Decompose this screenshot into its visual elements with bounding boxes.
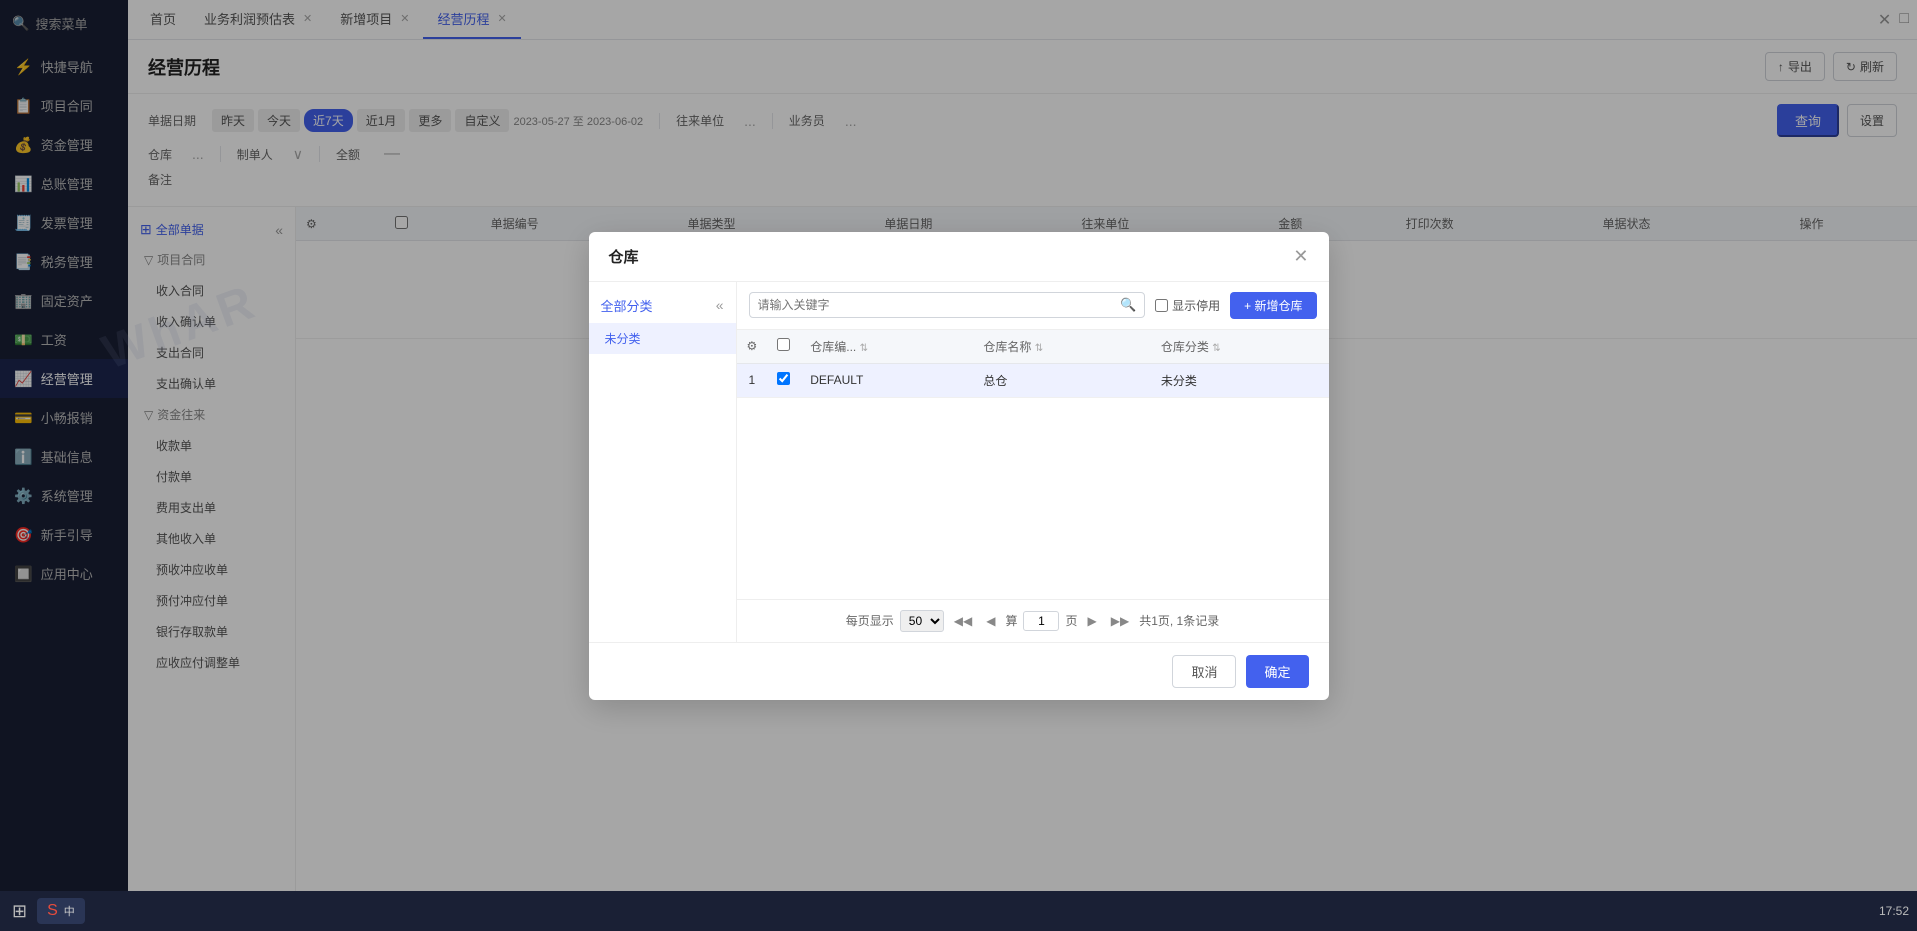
taskbar-app-1[interactable]: S 中 — [37, 898, 85, 924]
modal-next-page-btn[interactable]: ▶ — [1084, 612, 1101, 630]
modal-th-gear: ⚙ — [737, 330, 768, 364]
modal-table-body: 1 DEFAULT 总仓 未分类 — [737, 363, 1329, 397]
modal-title: 仓库 — [609, 246, 639, 267]
modal-table-row[interactable]: 1 DEFAULT 总仓 未分类 — [737, 363, 1329, 397]
modal-row-code: DEFAULT — [800, 363, 973, 397]
modal-show-disabled-label: 显示停用 — [1172, 297, 1220, 314]
modal-th-code-sort: ⇅ — [860, 343, 868, 354]
modal-search-input[interactable] — [758, 298, 1114, 312]
modal-th-name: 仓库名称 ⇅ — [973, 330, 1151, 364]
modal-collapse-btn[interactable]: « — [716, 297, 724, 313]
taskbar-app-1-label: 中 — [64, 903, 75, 919]
modal-all-category-label[interactable]: 全部分类 — [601, 296, 653, 315]
modal-confirm-btn[interactable]: 确定 — [1246, 655, 1308, 688]
taskbar-time: 17:52 — [1879, 904, 1909, 918]
modal-header: 仓库 ✕ — [589, 232, 1329, 282]
modal-row-gear: 1 — [737, 363, 768, 397]
modal-footer: 取消 确定 — [589, 642, 1329, 700]
modal-close-btn[interactable]: ✕ — [1293, 246, 1308, 267]
modal-show-disabled: 显示停用 — [1155, 297, 1220, 314]
modal-total-text: 共1页, 1条记录 — [1139, 612, 1219, 629]
modal-th-name-sort: ⇅ — [1035, 343, 1043, 354]
modal-gear-icon: ⚙ — [747, 339, 758, 353]
modal-th-category: 仓库分类 ⇅ — [1151, 330, 1329, 364]
modal-per-page-select[interactable]: 50 — [900, 610, 944, 632]
modal-add-warehouse-btn[interactable]: + 新增仓库 — [1230, 292, 1316, 319]
modal-prev-page-btn[interactable]: ◀ — [982, 612, 999, 630]
modal-show-disabled-checkbox[interactable] — [1155, 299, 1168, 312]
modal-body: 全部分类 « 未分类 🔍 显示停用 + 新增仓库 — [589, 282, 1329, 642]
modal-right: 🔍 显示停用 + 新增仓库 ⚙ 仓库编... — [737, 282, 1329, 642]
taskbar: ⊞ S 中 17:52 — [0, 891, 1917, 931]
modal-page-suffix: 页 — [1065, 612, 1077, 629]
modal-page-prefix: 算 — [1005, 612, 1017, 629]
modal-th-name-label: 仓库名称 — [983, 340, 1031, 354]
modal-th-code-label: 仓库编... — [810, 340, 856, 354]
modal-pagination: 每页显示 50 ◀◀ ◀ 算 页 ▶ ▶▶ 共1页, 1条记录 — [737, 599, 1329, 642]
taskbar-windows-icon[interactable]: ⊞ — [8, 897, 31, 926]
modal-row-check — [767, 363, 800, 397]
modal-page-input[interactable] — [1023, 611, 1059, 631]
modal-categories: 全部分类 « 未分类 — [589, 282, 737, 642]
modal-search-box: 🔍 — [749, 292, 1146, 318]
modal-first-page-btn[interactable]: ◀◀ — [950, 612, 976, 630]
modal-cat-uncategorized-label: 未分类 — [605, 332, 641, 346]
modal-select-all[interactable] — [777, 338, 790, 351]
modal-search-icon: 🔍 — [1120, 297, 1136, 313]
modal-th-check — [767, 330, 800, 364]
modal-last-page-btn[interactable]: ▶▶ — [1107, 612, 1133, 630]
modal-left-header: 全部分类 « — [589, 292, 736, 323]
modal-toolbar: 🔍 显示停用 + 新增仓库 — [737, 282, 1329, 330]
modal-row-category: 未分类 — [1151, 363, 1329, 397]
modal-table-wrap: ⚙ 仓库编... ⇅ 仓库名称 ⇅ 仓库分类 — [737, 330, 1329, 599]
modal-th-code: 仓库编... ⇅ — [800, 330, 973, 364]
modal-th-category-sort: ⇅ — [1212, 343, 1220, 354]
taskbar-app-1-icon: S — [47, 902, 58, 920]
warehouse-modal: 仓库 ✕ 全部分类 « 未分类 🔍 显示停用 — [589, 232, 1329, 700]
modal-cat-uncategorized[interactable]: 未分类 — [589, 323, 736, 354]
modal-row-name: 总仓 — [973, 363, 1151, 397]
modal-row-checkbox[interactable] — [777, 372, 790, 385]
modal-table-header: ⚙ 仓库编... ⇅ 仓库名称 ⇅ 仓库分类 — [737, 330, 1329, 364]
modal-th-category-label: 仓库分类 — [1161, 340, 1209, 354]
modal-table: ⚙ 仓库编... ⇅ 仓库名称 ⇅ 仓库分类 — [737, 330, 1329, 398]
modal-cancel-btn[interactable]: 取消 — [1172, 655, 1236, 688]
modal-per-page-label: 每页显示 — [846, 612, 894, 629]
